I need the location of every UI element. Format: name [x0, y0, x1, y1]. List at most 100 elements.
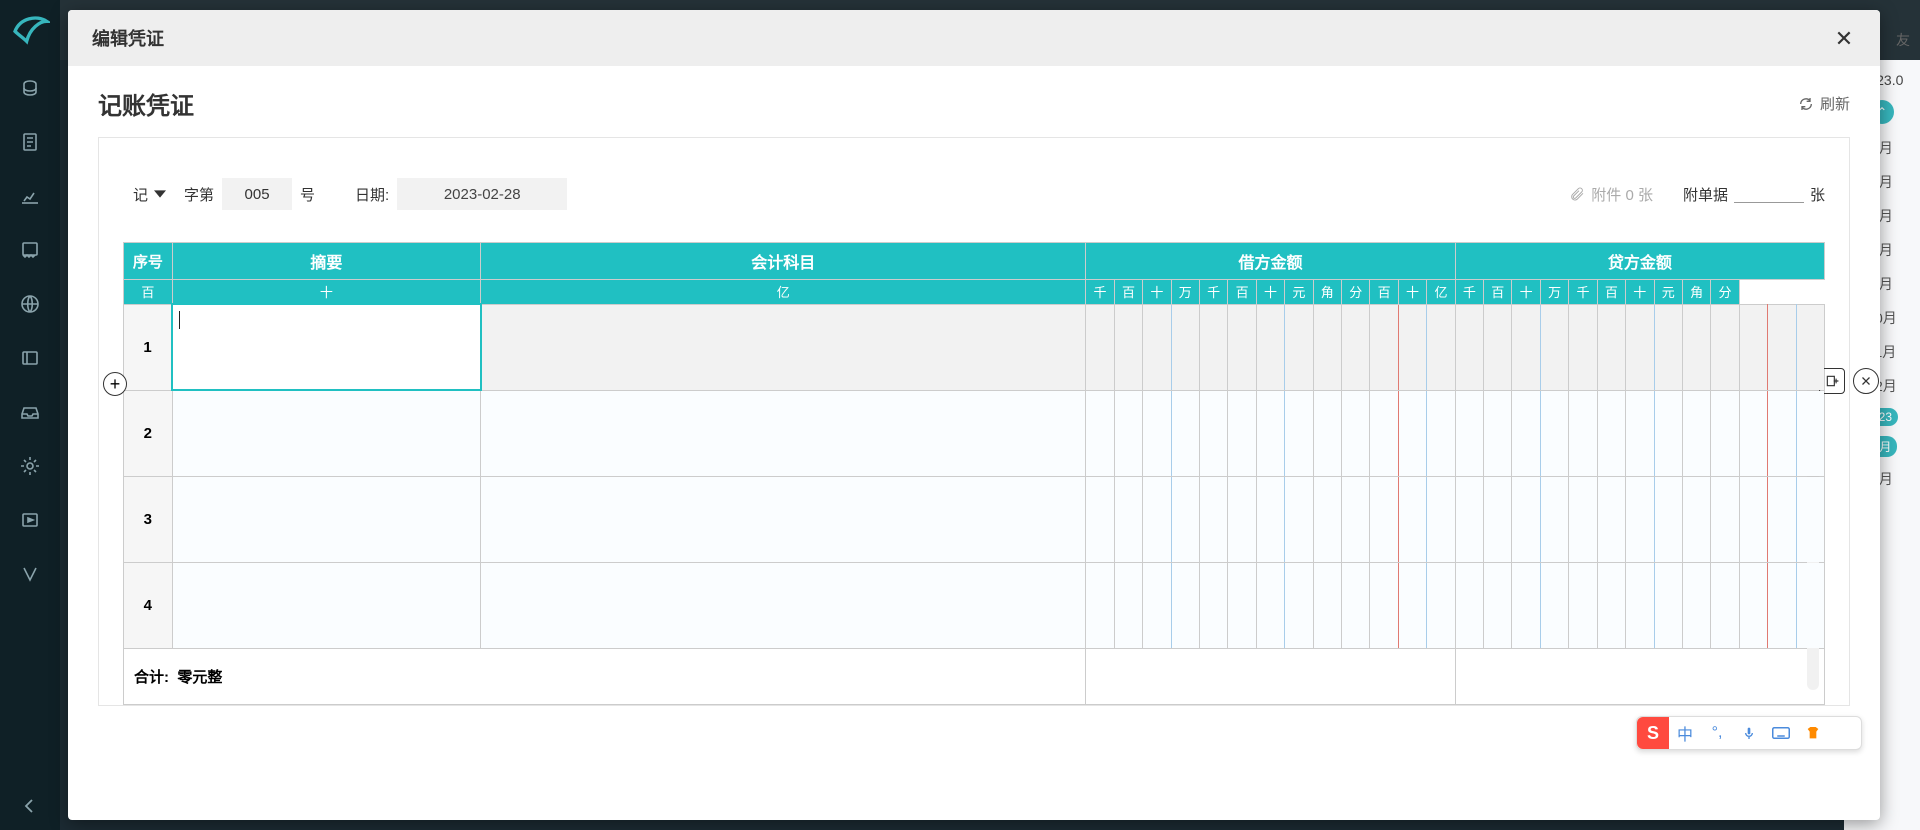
amount-digit[interactable] — [1114, 390, 1142, 476]
ime-keyboard-icon[interactable] — [1765, 717, 1797, 749]
delete-row-icon[interactable] — [1853, 368, 1879, 394]
nav-video-icon[interactable] — [16, 506, 44, 534]
amount-digit[interactable] — [1682, 562, 1710, 648]
amount-digit[interactable] — [1228, 390, 1256, 476]
voucher-type-dropdown[interactable]: 记 — [123, 180, 176, 209]
amount-digit[interactable] — [1342, 476, 1370, 562]
amount-digit[interactable] — [1285, 304, 1313, 390]
amount-digit[interactable] — [1143, 390, 1171, 476]
summary-cell[interactable] — [172, 562, 480, 648]
amount-digit[interactable] — [1484, 304, 1512, 390]
amount-digit[interactable] — [1455, 476, 1483, 562]
amount-digit[interactable] — [1342, 390, 1370, 476]
nav-money-icon[interactable] — [16, 74, 44, 102]
amount-digit[interactable] — [1086, 476, 1114, 562]
amount-digit[interactable] — [1285, 562, 1313, 648]
ime-lang[interactable]: 中 — [1669, 717, 1701, 749]
amount-digit[interactable] — [1313, 562, 1341, 648]
voucher-number-input[interactable]: 005 — [222, 178, 292, 210]
amount-digit[interactable] — [1143, 476, 1171, 562]
amount-digit[interactable] — [1540, 304, 1568, 390]
amount-digit[interactable] — [1768, 476, 1796, 562]
amount-digit[interactable] — [1313, 304, 1341, 390]
amount-digit[interactable] — [1484, 476, 1512, 562]
amount-digit[interactable] — [1569, 476, 1597, 562]
amount-digit[interactable] — [1569, 304, 1597, 390]
amount-digit[interactable] — [1540, 562, 1568, 648]
amount-digit[interactable] — [1796, 476, 1824, 562]
amount-digit[interactable] — [1171, 304, 1199, 390]
amount-digit[interactable] — [1256, 562, 1284, 648]
amount-digit[interactable] — [1086, 390, 1114, 476]
amount-digit[interactable] — [1711, 476, 1739, 562]
bill-count-input[interactable] — [1734, 185, 1804, 203]
amount-digit[interactable] — [1114, 476, 1142, 562]
subject-cell[interactable] — [481, 562, 1086, 648]
amount-digit[interactable] — [1171, 390, 1199, 476]
amount-digit[interactable] — [1540, 476, 1568, 562]
ime-mic-icon[interactable] — [1733, 717, 1765, 749]
nav-card-icon[interactable] — [16, 344, 44, 372]
ime-apps-icon[interactable] — [1829, 717, 1861, 749]
amount-digit[interactable] — [1313, 476, 1341, 562]
subject-cell[interactable] — [481, 304, 1086, 390]
nav-chart-icon[interactable] — [16, 182, 44, 210]
amount-digit[interactable] — [1682, 476, 1710, 562]
amount-digit[interactable] — [1427, 304, 1455, 390]
amount-digit[interactable] — [1768, 390, 1796, 476]
amount-digit[interactable] — [1654, 562, 1682, 648]
amount-digit[interactable] — [1654, 304, 1682, 390]
nav-inbox-icon[interactable] — [16, 398, 44, 426]
nav-receipt-icon[interactable] — [16, 236, 44, 264]
summary-cell[interactable] — [172, 476, 480, 562]
amount-digit[interactable] — [1455, 562, 1483, 648]
amount-digit[interactable] — [1455, 304, 1483, 390]
amount-digit[interactable] — [1370, 390, 1398, 476]
amount-digit[interactable] — [1654, 476, 1682, 562]
ime-toolbar[interactable]: S 中 °, — [1636, 716, 1862, 750]
nav-v-icon[interactable] — [16, 560, 44, 588]
amount-digit[interactable] — [1512, 390, 1540, 476]
nav-settings-icon[interactable] — [16, 452, 44, 480]
amount-digit[interactable] — [1370, 476, 1398, 562]
amount-digit[interactable] — [1427, 390, 1455, 476]
amount-digit[interactable] — [1796, 304, 1824, 390]
amount-digit[interactable] — [1512, 304, 1540, 390]
nav-expand-icon[interactable] — [16, 792, 44, 820]
amount-digit[interactable] — [1199, 304, 1227, 390]
nav-globe-icon[interactable] — [16, 290, 44, 318]
ime-punct-icon[interactable]: °, — [1701, 717, 1733, 749]
amount-digit[interactable] — [1228, 476, 1256, 562]
amount-digit[interactable] — [1626, 562, 1654, 648]
amount-digit[interactable] — [1114, 562, 1142, 648]
amount-digit[interactable] — [1512, 562, 1540, 648]
amount-digit[interactable] — [1285, 476, 1313, 562]
amount-digit[interactable] — [1682, 304, 1710, 390]
amount-digit[interactable] — [1597, 562, 1625, 648]
amount-digit[interactable] — [1171, 476, 1199, 562]
amount-digit[interactable] — [1143, 304, 1171, 390]
amount-digit[interactable] — [1342, 304, 1370, 390]
subject-cell[interactable] — [481, 390, 1086, 476]
subject-cell[interactable] — [481, 476, 1086, 562]
amount-digit[interactable] — [1285, 390, 1313, 476]
attachment-link[interactable]: 附件 0 张 — [1569, 184, 1653, 205]
amount-digit[interactable] — [1171, 562, 1199, 648]
amount-digit[interactable] — [1370, 304, 1398, 390]
date-input[interactable]: 2023-02-28 — [397, 178, 567, 210]
amount-digit[interactable] — [1597, 476, 1625, 562]
amount-digit[interactable] — [1626, 476, 1654, 562]
summary-cell[interactable] — [172, 304, 480, 390]
amount-digit[interactable] — [1484, 562, 1512, 648]
amount-digit[interactable] — [1626, 304, 1654, 390]
amount-digit[interactable] — [1682, 390, 1710, 476]
summary-cell[interactable] — [172, 390, 480, 476]
amount-digit[interactable] — [1086, 304, 1114, 390]
amount-digit[interactable] — [1739, 476, 1767, 562]
amount-digit[interactable] — [1540, 390, 1568, 476]
amount-digit[interactable] — [1086, 562, 1114, 648]
amount-digit[interactable] — [1711, 390, 1739, 476]
ime-skin-icon[interactable] — [1797, 717, 1829, 749]
amount-digit[interactable] — [1199, 390, 1227, 476]
amount-digit[interactable] — [1427, 476, 1455, 562]
